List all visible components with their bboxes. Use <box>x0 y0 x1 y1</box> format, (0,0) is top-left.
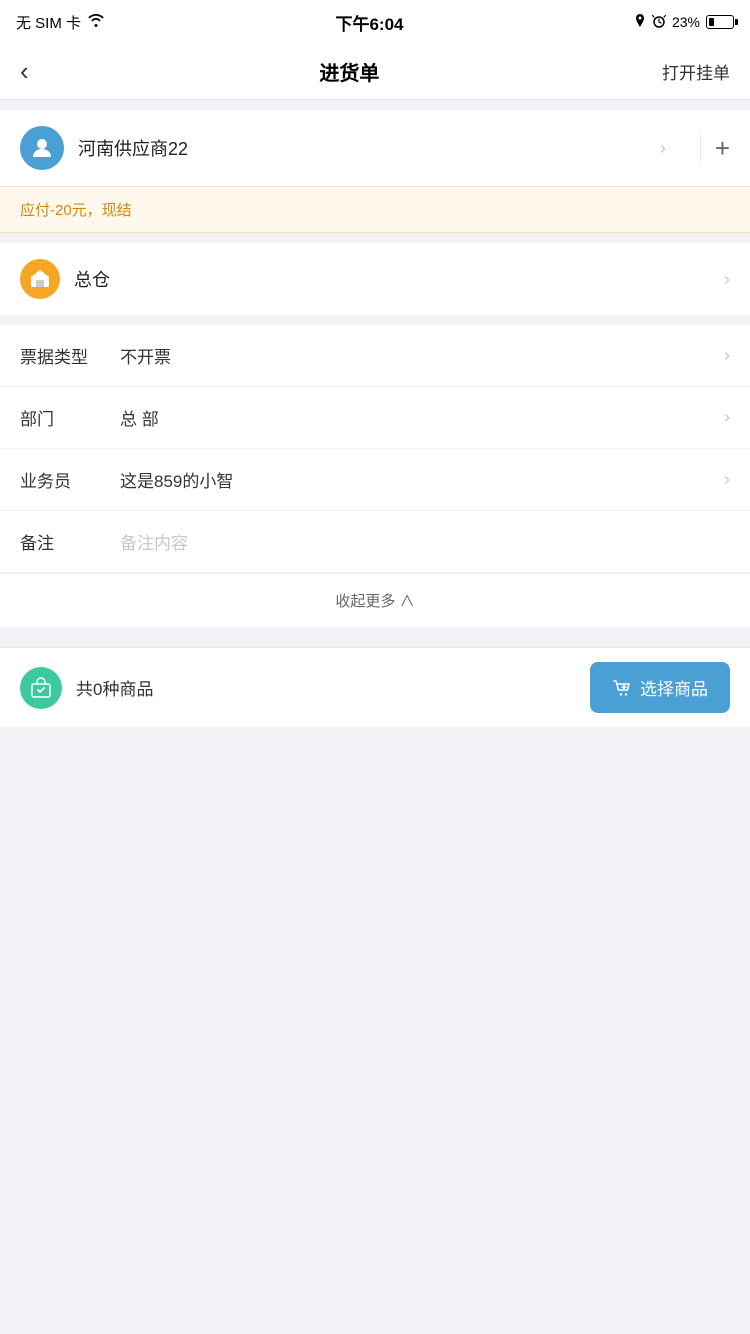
location-icon <box>634 14 646 31</box>
select-product-button[interactable]: 选择商品 <box>590 662 730 713</box>
warehouse-icon <box>20 259 60 299</box>
status-time: 下午6:04 <box>335 10 403 35</box>
invoice-arrow-icon: › <box>724 345 730 366</box>
invoice-value: 不开票 <box>120 343 714 368</box>
warehouse-row[interactable]: 总仓 › <box>0 243 750 315</box>
department-value: 总 部 <box>120 405 714 430</box>
back-button[interactable]: ‹ <box>12 48 37 95</box>
status-right: 23% <box>634 14 734 31</box>
warehouse-name: 总仓 <box>74 266 724 292</box>
warehouse-arrow-icon: › <box>724 269 730 290</box>
warehouse-section: 总仓 › <box>0 243 750 315</box>
salesman-row[interactable]: 业务员 这是859的小智 › <box>0 449 750 511</box>
remark-row[interactable]: 备注 备注内容 <box>0 511 750 573</box>
divider-3 <box>0 627 750 637</box>
collapse-row: 收起更多 ∧ <box>0 573 750 627</box>
select-product-label: 选择商品 <box>640 675 708 700</box>
battery-percent: 23% <box>672 14 700 30</box>
product-count: 共0种商品 <box>76 675 590 700</box>
supplier-avatar <box>20 126 64 170</box>
remark-label: 备注 <box>20 529 100 554</box>
status-bar: 无 SIM 卡 下午6:04 23% <box>0 0 750 44</box>
cart-icon <box>612 678 632 698</box>
wifi-icon <box>87 13 105 31</box>
invoice-label: 票据类型 <box>20 343 100 368</box>
notice-text: 应付-20元，现结 <box>20 202 132 219</box>
bottom-bar: 共0种商品 选择商品 <box>0 647 750 727</box>
carrier-text: 无 SIM 卡 <box>16 12 81 33</box>
invoice-row[interactable]: 票据类型 不开票 › <box>0 325 750 387</box>
supplier-name: 河南供应商22 <box>78 135 660 161</box>
add-supplier-button[interactable]: + <box>715 135 730 161</box>
department-label: 部门 <box>20 405 100 430</box>
product-icon <box>20 667 62 709</box>
supplier-divider <box>700 134 701 162</box>
alarm-icon <box>652 14 666 31</box>
divider-2 <box>0 315 750 325</box>
supplier-arrow-icon: › <box>660 138 666 159</box>
department-arrow-icon: › <box>724 407 730 428</box>
form-section: 票据类型 不开票 › 部门 总 部 › 业务员 这是859的小智 › 备注 备注… <box>0 325 750 627</box>
divider-1 <box>0 233 750 243</box>
salesman-value: 这是859的小智 <box>120 467 714 492</box>
department-row[interactable]: 部门 总 部 › <box>0 387 750 449</box>
supplier-row[interactable]: 河南供应商22 › + <box>0 110 750 186</box>
battery-fill <box>709 18 714 26</box>
salesman-label: 业务员 <box>20 467 100 492</box>
gray-area <box>0 727 750 1027</box>
remark-placeholder: 备注内容 <box>120 529 730 554</box>
battery-icon <box>706 15 734 29</box>
nav-bar: ‹ 进货单 打开挂单 <box>0 44 750 100</box>
top-divider <box>0 100 750 110</box>
nav-title: 进货单 <box>319 57 379 86</box>
collapse-button[interactable]: 收起更多 ∧ <box>335 590 414 611</box>
notice-banner: 应付-20元，现结 <box>0 186 750 233</box>
supplier-section: 河南供应商22 › + 应付-20元，现结 <box>0 110 750 233</box>
status-left: 无 SIM 卡 <box>16 12 105 33</box>
salesman-arrow-icon: › <box>724 469 730 490</box>
open-pending-button[interactable]: 打开挂单 <box>662 59 730 84</box>
